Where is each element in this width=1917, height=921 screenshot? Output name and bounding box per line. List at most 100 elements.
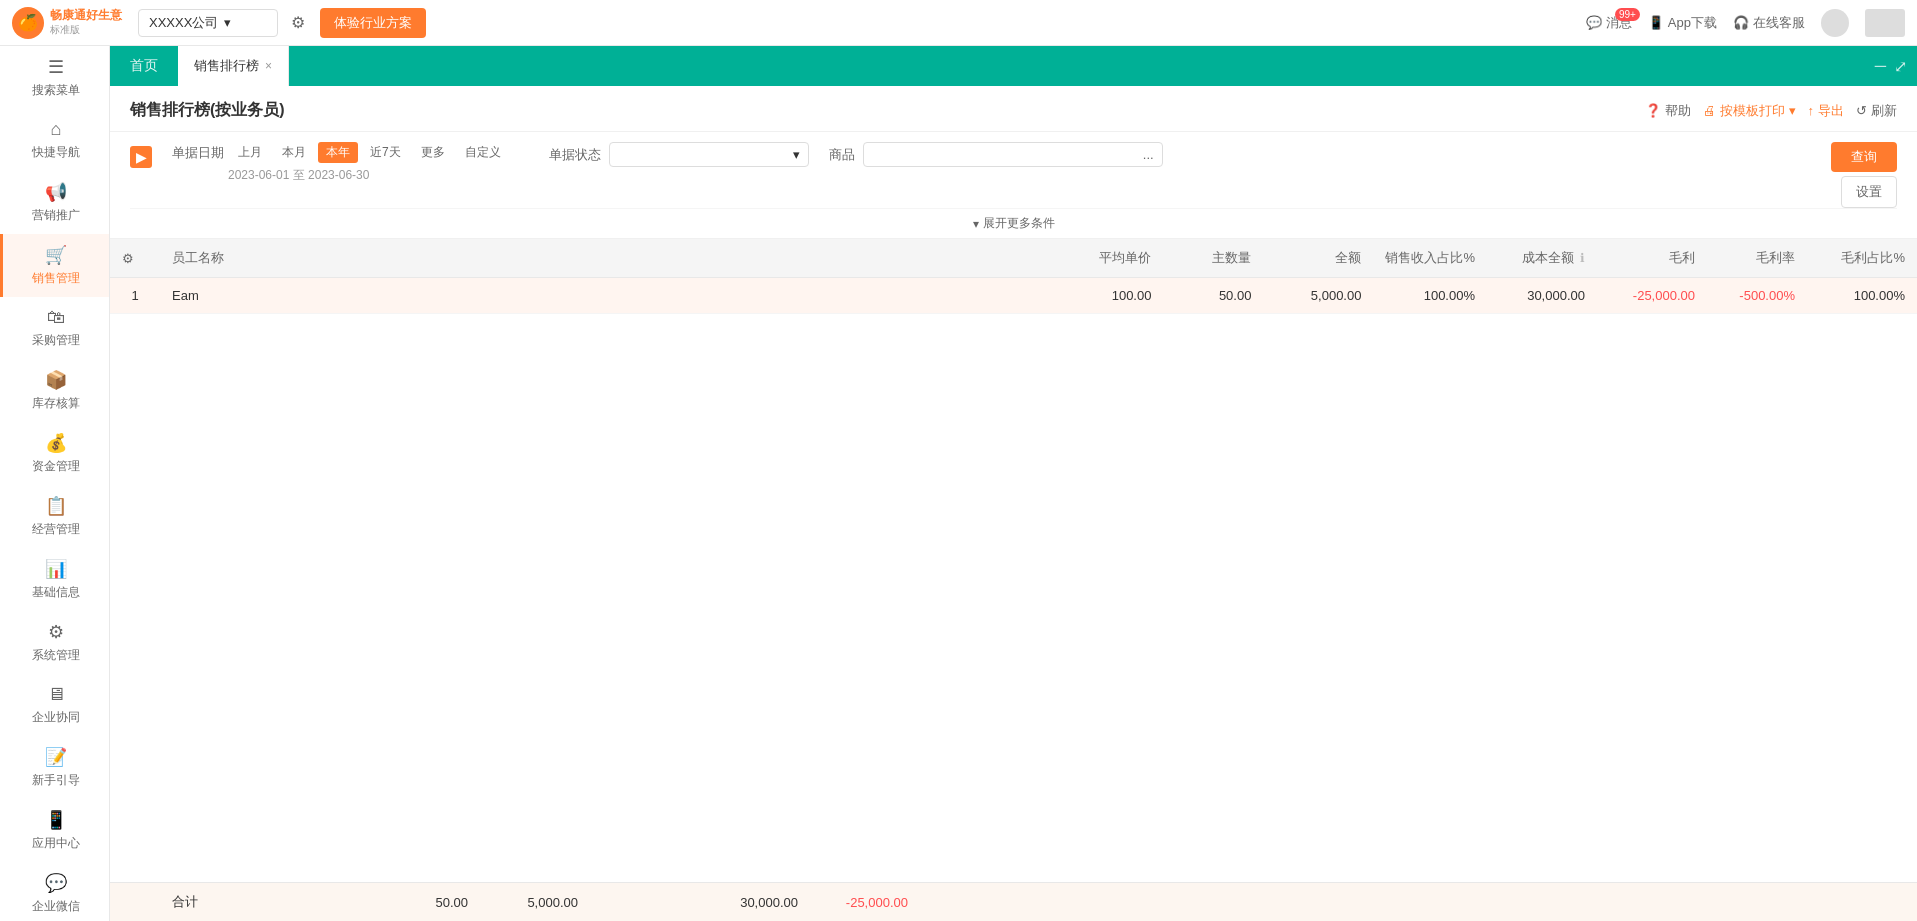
date-options: 上月 本月 本年 近7天 更多 自定义 <box>230 142 509 163</box>
footer-label: 合计 <box>160 893 280 911</box>
status-select[interactable]: ▾ <box>609 142 809 167</box>
sales-icon: 🛒 <box>45 244 67 266</box>
main-layout: ☰ 搜索菜单 ⌂ 快捷导航 📢 营销推广 🛒 销售管理 🛍 采购管理 📦 库存核… <box>0 46 1917 921</box>
export-icon: ↑ <box>1808 103 1815 118</box>
avatar[interactable] <box>1821 9 1849 37</box>
sidebar-item-marketing[interactable]: 📢 营销推广 <box>0 171 109 234</box>
column-settings-icon[interactable]: ⚙ <box>122 251 134 266</box>
date-opt-last-month[interactable]: 上月 <box>230 142 270 163</box>
sidebar-item-label: 营销推广 <box>32 207 80 224</box>
chevron-down-icon: ▾ <box>224 15 231 30</box>
date-opt-more[interactable]: 更多 <box>413 142 453 163</box>
th-sales-pct: 销售收入占比% <box>1373 239 1487 278</box>
date-filter-row: 单据日期 上月 本月 本年 近7天 更多 自定义 <box>172 142 509 163</box>
sidebar-item-label: 销售管理 <box>32 270 80 287</box>
tab-expand-icon[interactable]: ⤢ <box>1894 57 1907 76</box>
sidebar-item-guide[interactable]: 📝 新手引导 <box>0 736 109 799</box>
app-center-icon: 📱 <box>45 809 67 831</box>
table-row[interactable]: 1Eam100.0050.005,000.00100.00%30,000.00-… <box>110 278 1917 314</box>
status-chevron-icon: ▾ <box>793 147 800 162</box>
online-service-btn[interactable]: 🎧 在线客服 <box>1733 14 1805 32</box>
th-settings[interactable]: ⚙ <box>110 239 160 278</box>
table-wrapper: ⚙ 员工名称 平均单价 主数量 全额 销售收入占比% 成本全额 ℹ 毛利 <box>110 239 1917 882</box>
date-label: 单据日期 <box>172 144 224 162</box>
company-selector[interactable]: XXXXX公司 ▾ <box>138 9 278 37</box>
tab-home[interactable]: 首页 <box>110 46 178 86</box>
print-btn[interactable]: 🖨 按模板打印 ▾ <box>1703 102 1796 120</box>
table-footer: 合计 50.00 5,000.00 30,000.00 -25,000.00 <box>110 882 1917 921</box>
sidebar-item-label: 搜索菜单 <box>32 82 80 99</box>
export-btn[interactable]: ↑ 导出 <box>1808 102 1845 120</box>
download-icon: 📱 <box>1648 15 1664 30</box>
cell-avg-price: 100.00 <box>1063 278 1163 314</box>
expand-icon: ▾ <box>973 217 979 231</box>
app-download-btn[interactable]: 📱 App下载 <box>1648 14 1717 32</box>
th-profit-pct: 毛利占比% <box>1807 239 1917 278</box>
sidebar-item-label: 新手引导 <box>32 772 80 789</box>
date-range: 2023-06-01 至 2023-06-30 <box>228 167 509 184</box>
sidebar-item-label: 库存核算 <box>32 395 80 412</box>
sidebar-item-enterprise[interactable]: 🖥 企业协同 <box>0 674 109 736</box>
th-qty: 主数量 <box>1163 239 1263 278</box>
goods-filter-group: 商品 ... <box>829 142 1163 167</box>
page-content: 销售排行榜(按业务员) ❓ 帮助 🖨 按模板打印 ▾ ↑ 导出 <box>110 86 1917 921</box>
guide-icon: 📝 <box>45 746 67 768</box>
header-actions: ❓ 帮助 🖨 按模板打印 ▾ ↑ 导出 ↺ 刷新 <box>1645 102 1898 120</box>
sidebar: ☰ 搜索菜单 ⌂ 快捷导航 📢 营销推广 🛒 销售管理 🛍 采购管理 📦 库存核… <box>0 46 110 921</box>
sidebar-item-label: 资金管理 <box>32 458 80 475</box>
sidebar-item-app-center[interactable]: 📱 应用中心 <box>0 799 109 862</box>
tab-bar: 首页 销售排行榜 × ─ ⤢ <box>110 46 1917 86</box>
sidebar-item-management[interactable]: 📋 经营管理 <box>0 485 109 548</box>
rankings-table: ⚙ 员工名称 平均单价 主数量 全额 销售收入占比% 成本全额 ℹ 毛利 <box>110 239 1917 314</box>
message-btn[interactable]: 💬 消息 99+ <box>1586 14 1632 32</box>
top-right: 💬 消息 99+ 📱 App下载 🎧 在线客服 <box>1586 9 1905 37</box>
sidebar-item-system[interactable]: ⚙ 系统管理 <box>0 611 109 674</box>
filter-area: ▶ 单据日期 上月 本月 本年 近7天 更多 自定义 <box>110 132 1917 239</box>
marketing-icon: 📢 <box>45 181 67 203</box>
sidebar-item-label: 快捷导航 <box>32 144 80 161</box>
goods-select[interactable]: ... <box>863 142 1163 167</box>
wechat-icon: 💬 <box>45 872 67 894</box>
tab-minimize-icon[interactable]: ─ <box>1875 57 1886 75</box>
sidebar-item-inventory[interactable]: 📦 库存核算 <box>0 359 109 422</box>
tab-close-icon[interactable]: × <box>265 59 272 73</box>
cell-cost: 30,000.00 <box>1487 278 1597 314</box>
sidebar-item-label: 应用中心 <box>32 835 80 852</box>
page-title: 销售排行榜(按业务员) <box>130 100 285 121</box>
date-opt-7days[interactable]: 近7天 <box>362 142 409 163</box>
cost-info-icon[interactable]: ℹ <box>1580 251 1585 265</box>
sidebar-item-basic-info[interactable]: 📊 基础信息 <box>0 548 109 611</box>
basic-info-icon: 📊 <box>45 558 67 580</box>
query-button[interactable]: 查询 <box>1831 142 1897 172</box>
trial-button[interactable]: 体验行业方案 <box>320 8 426 38</box>
expand-conditions-btn[interactable]: ▾ 展开更多条件 <box>973 215 1055 232</box>
tab-sales-ranking[interactable]: 销售排行榜 × <box>178 46 289 86</box>
footer-profit: -25,000.00 <box>810 895 920 910</box>
goods-ellipsis[interactable]: ... <box>1143 147 1154 162</box>
settings-button[interactable]: 设置 <box>1841 176 1897 208</box>
content-area: 首页 销售排行榜 × ─ ⤢ 销售排行榜(按业务员) ❓ 帮助 <box>110 46 1917 921</box>
sidebar-item-wechat[interactable]: 💬 企业微信 <box>0 862 109 921</box>
filter-toggle-btn[interactable]: ▶ <box>130 146 152 168</box>
sidebar-item-purchase[interactable]: 🛍 采购管理 <box>0 297 109 359</box>
goods-label: 商品 <box>829 146 855 164</box>
status-filter-group: 单据状态 ▾ <box>549 142 809 167</box>
refresh-btn[interactable]: ↺ 刷新 <box>1856 102 1897 120</box>
sidebar-item-nav[interactable]: ⌂ 快捷导航 <box>0 109 109 171</box>
topbar-settings-icon[interactable]: ⚙ <box>284 9 312 37</box>
sidebar-item-label: 企业协同 <box>32 709 80 726</box>
sidebar-item-sales[interactable]: 🛒 销售管理 <box>0 234 109 297</box>
date-opt-this-year[interactable]: 本年 <box>318 142 358 163</box>
search-menu-icon: ☰ <box>48 56 64 78</box>
date-opt-custom[interactable]: 自定义 <box>457 142 509 163</box>
sidebar-item-finance[interactable]: 💰 资金管理 <box>0 422 109 485</box>
help-btn[interactable]: ❓ 帮助 <box>1645 102 1691 120</box>
print-icon: 🖨 <box>1703 103 1716 118</box>
date-opt-this-month[interactable]: 本月 <box>274 142 314 163</box>
sidebar-item-search[interactable]: ☰ 搜索菜单 <box>0 46 109 109</box>
refresh-icon: ↺ <box>1856 103 1867 118</box>
sidebar-item-label: 经营管理 <box>32 521 80 538</box>
footer-amount: 5,000.00 <box>480 895 590 910</box>
sidebar-item-label: 基础信息 <box>32 584 80 601</box>
logo-area: 🍊 畅康通好生意 标准版 <box>12 7 122 39</box>
